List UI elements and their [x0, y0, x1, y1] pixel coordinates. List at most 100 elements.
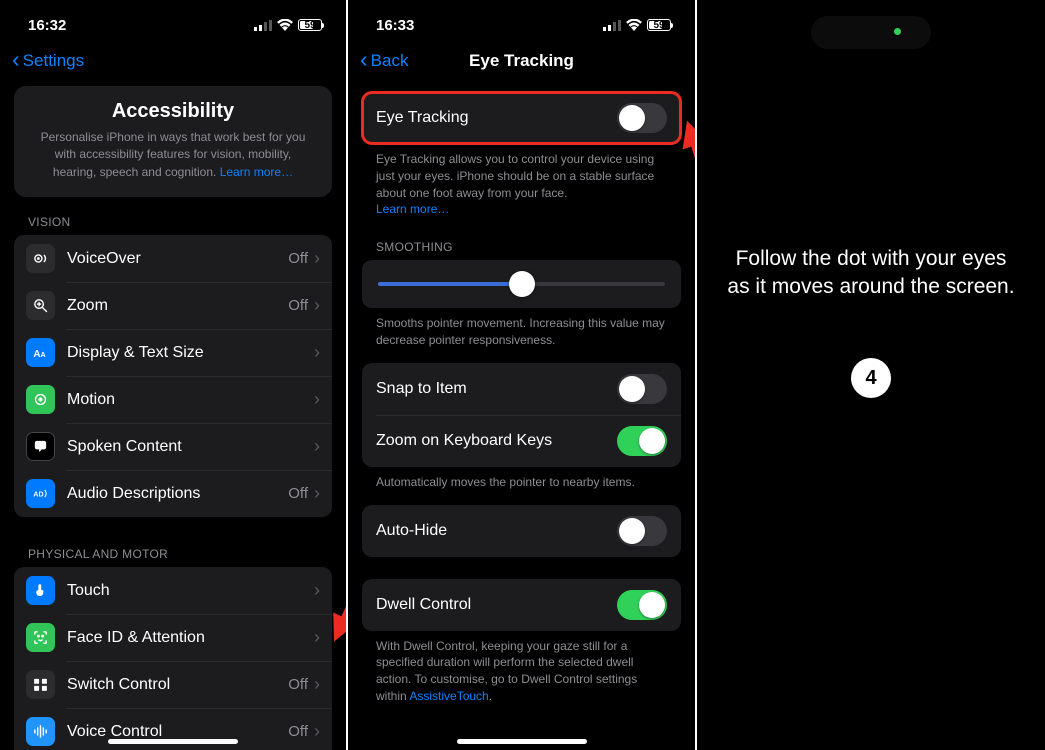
zoom-icon [26, 291, 55, 320]
chevron-right-icon: › [314, 342, 320, 363]
switch-icon [26, 670, 55, 699]
row-value: Off [288, 485, 308, 502]
cellular-icon [254, 20, 272, 31]
row-dwell-control[interactable]: Dwell Control [362, 579, 681, 631]
chevron-right-icon: › [314, 295, 320, 316]
snap-group: Snap to Item Zoom on Keyboard Keys [362, 363, 681, 467]
list-physical: Touch›Face ID & Attention›Switch Control… [14, 567, 332, 750]
nav-bar: ‹ Back Eye Tracking [348, 40, 695, 80]
row-label: Motion [67, 391, 314, 409]
row-switch-control[interactable]: Switch ControlOff› [14, 661, 332, 708]
zoom-keys-toggle[interactable] [617, 426, 667, 456]
eye-tracking-toggle-group: Eye Tracking [362, 92, 681, 144]
dwell-label: Dwell Control [376, 596, 471, 614]
screenshot-accessibility-settings: 16:32 59 ‹ Settings Accessibility Person… [0, 0, 348, 750]
row-spoken-content[interactable]: Spoken Content› [14, 423, 332, 470]
row-label: Voice Control [67, 723, 288, 741]
dwell-description: With Dwell Control, keeping your gaze st… [348, 631, 695, 719]
slider-thumb[interactable] [509, 271, 535, 297]
svg-text:A: A [33, 349, 40, 360]
status-bar: 16:33 59 [348, 0, 695, 40]
list-vision: VoiceOverOff›ZoomOff›AADisplay & Text Si… [14, 235, 332, 517]
chevron-right-icon: › [314, 436, 320, 457]
row-label: Switch Control [67, 676, 288, 694]
snap-description: Automatically moves the pointer to nearb… [348, 467, 695, 505]
home-indicator[interactable] [457, 739, 587, 744]
row-label: Zoom [67, 297, 288, 315]
voice-icon [26, 717, 55, 746]
autohide-label: Auto-Hide [376, 522, 447, 540]
countdown-badge: 4 [851, 358, 891, 398]
autohide-group: Auto-Hide [362, 505, 681, 557]
row-touch[interactable]: Touch› [14, 567, 332, 614]
row-label: Display & Text Size [67, 344, 314, 362]
battery-icon: 59 [298, 19, 322, 31]
smoothing-slider-group [362, 260, 681, 308]
nav-back-button[interactable]: ‹ Settings [12, 51, 84, 71]
screenshot-eye-tracking-settings: 16:33 59 ‹ Back Eye Tracking Eye Trackin… [348, 0, 697, 750]
zoom-keys-label: Zoom on Keyboard Keys [376, 432, 552, 450]
dwell-toggle[interactable] [617, 590, 667, 620]
eye-tracking-toggle[interactable] [617, 103, 667, 133]
section-header-physical: PHYSICAL AND MOTOR [0, 547, 346, 567]
svg-text:A: A [41, 351, 46, 359]
row-value: Off [288, 250, 308, 267]
chevron-right-icon: › [314, 580, 320, 601]
row-face-id-attention[interactable]: Face ID & Attention› [14, 614, 332, 661]
row-zoom[interactable]: ZoomOff› [14, 282, 332, 329]
chevron-right-icon: › [314, 721, 320, 742]
audiodesc-icon: AD [26, 479, 55, 508]
status-icons: 59 [603, 19, 671, 31]
chevron-left-icon: ‹ [12, 48, 20, 71]
wifi-icon [277, 19, 293, 31]
row-value: Off [288, 723, 308, 740]
touch-icon [26, 576, 55, 605]
nav-bar: ‹ Settings [0, 40, 346, 80]
status-bar: 16:32 59 [0, 0, 346, 40]
row-label: Touch [67, 582, 314, 600]
snap-toggle[interactable] [617, 374, 667, 404]
voiceover-icon [26, 244, 55, 273]
wifi-icon [626, 19, 642, 31]
row-zoom-keyboard-keys[interactable]: Zoom on Keyboard Keys [362, 415, 681, 467]
row-auto-hide[interactable]: Auto-Hide [362, 505, 681, 557]
nav-back-label: Settings [23, 51, 84, 71]
page-subtitle: Personalise iPhone in ways that work bes… [32, 129, 314, 181]
row-eye-tracking-toggle[interactable]: Eye Tracking [362, 92, 681, 144]
row-snap-to-item[interactable]: Snap to Item [362, 363, 681, 415]
dwell-group: Dwell Control [362, 579, 681, 631]
battery-icon: 59 [647, 19, 671, 31]
status-time: 16:32 [28, 17, 66, 34]
chevron-right-icon: › [314, 627, 320, 648]
row-audio-descriptions[interactable]: AD Audio DescriptionsOff › [14, 470, 332, 517]
row-label: Audio Descriptions [67, 485, 288, 503]
row-motion[interactable]: Motion› [14, 376, 332, 423]
faceid-icon [26, 623, 55, 652]
page-title: Accessibility [32, 100, 314, 123]
hero-card: Accessibility Personalise iPhone in ways… [14, 86, 332, 197]
status-time: 16:33 [376, 17, 414, 34]
learn-more-link[interactable]: Learn more… [376, 202, 449, 216]
row-label: Spoken Content [67, 438, 314, 456]
svg-text:AD: AD [33, 491, 43, 499]
row-voiceover[interactable]: VoiceOverOff› [14, 235, 332, 282]
screenshot-eye-tracking-calibration: Follow the dot with your eyes as it move… [697, 0, 1045, 750]
motion-icon [26, 385, 55, 414]
chevron-right-icon: › [314, 389, 320, 410]
status-icons: 59 [254, 19, 322, 31]
camera-indicator-icon [894, 28, 901, 35]
section-header-vision: VISION [0, 215, 346, 235]
assistive-touch-link[interactable]: AssistiveTouch [409, 689, 488, 703]
chevron-right-icon: › [314, 248, 320, 269]
nav-title: Eye Tracking [348, 51, 695, 71]
home-indicator[interactable] [108, 739, 238, 744]
autohide-toggle[interactable] [617, 516, 667, 546]
row-display-text-size[interactable]: AA Display & Text Size› [14, 329, 332, 376]
chevron-right-icon: › [314, 483, 320, 504]
learn-more-link[interactable]: Learn more… [220, 165, 293, 179]
section-header-smoothing: SMOOTHING [348, 240, 695, 260]
row-label: Face ID & Attention [67, 629, 314, 647]
cellular-icon [603, 20, 621, 31]
snap-label: Snap to Item [376, 380, 467, 398]
smoothing-slider[interactable] [378, 282, 665, 286]
